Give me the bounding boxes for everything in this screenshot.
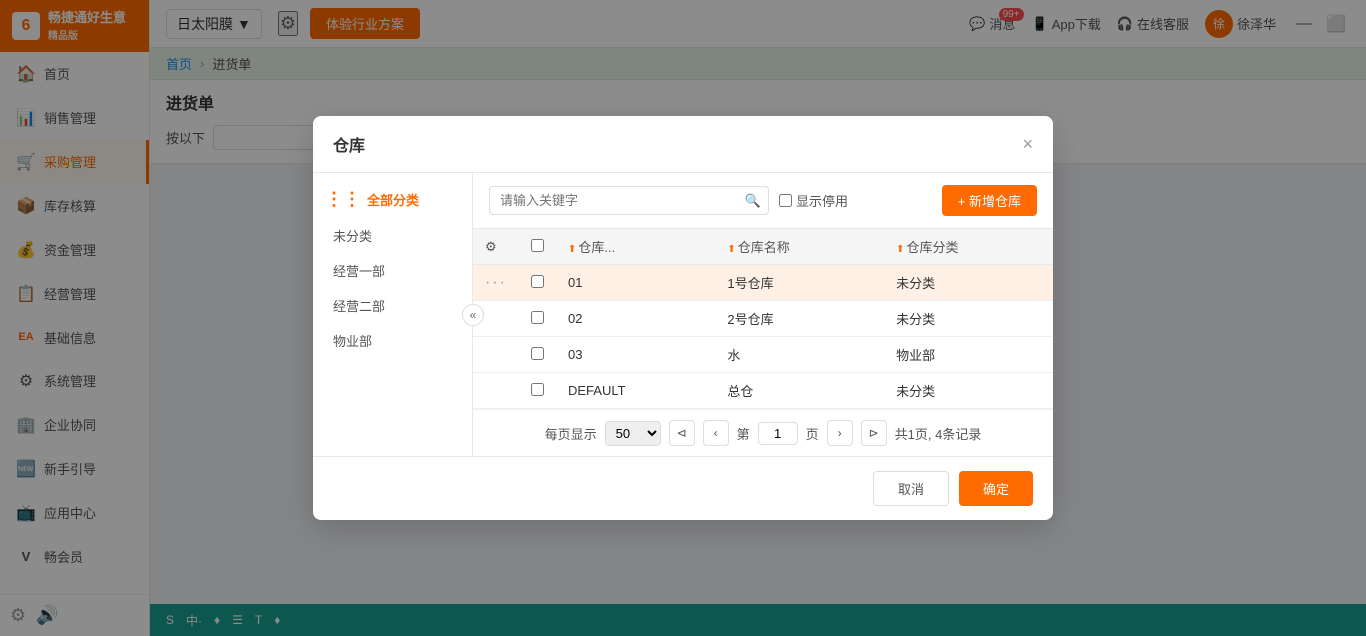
table-container: ⚙ ⬆仓库... ⬆仓库名称 — [473, 228, 1053, 409]
next-page-button[interactable]: › — [827, 420, 853, 446]
category-item-operations2[interactable]: 经营二部 — [313, 288, 472, 323]
modal-header: 仓库 × — [313, 116, 1053, 173]
row-category: 未分类 — [884, 265, 1053, 301]
row-category: 未分类 — [884, 301, 1053, 337]
row-code: 01 — [556, 265, 715, 301]
table-row[interactable]: DEFAULT 总仓 未分类 — [473, 373, 1053, 409]
search-input-wrap: 🔍 — [489, 186, 769, 215]
row-checkbox[interactable] — [531, 347, 544, 360]
modal-close-button[interactable]: × — [1022, 134, 1033, 155]
row-checkbox-cell — [519, 265, 556, 301]
th-checkbox — [519, 229, 556, 265]
th-name: ⬆仓库名称 — [715, 229, 884, 265]
category-item-unclassified[interactable]: 未分类 — [313, 218, 472, 253]
row-checkbox-cell — [519, 337, 556, 373]
row-checkbox-cell — [519, 301, 556, 337]
sort-icon: ⬆ — [568, 244, 576, 255]
table-head: ⚙ ⬆仓库... ⬆仓库名称 — [473, 229, 1053, 265]
row-category: 未分类 — [884, 373, 1053, 409]
row-category: 物业部 — [884, 337, 1053, 373]
modal-body: ⋮⋮ 全部分类 « 未分类 经营一部 经营二部 物业部 🔍 — [313, 173, 1053, 456]
row-code: DEFAULT — [556, 373, 715, 409]
row-actions — [473, 373, 519, 409]
last-page-button[interactable]: ⊳ — [861, 420, 887, 446]
row-checkbox[interactable] — [531, 311, 544, 324]
table-row[interactable]: ··· 01 1号仓库 未分类 — [473, 265, 1053, 301]
category-item-operations1[interactable]: 经营一部 — [313, 253, 472, 288]
show-disabled-checkbox[interactable] — [779, 194, 792, 207]
row-checkbox[interactable] — [531, 275, 544, 288]
confirm-button[interactable]: 确定 — [959, 471, 1033, 506]
modal-title: 仓库 — [333, 132, 365, 156]
th-code: ⬆仓库... — [556, 229, 715, 265]
modal-overlay: 仓库 × ⋮⋮ 全部分类 « 未分类 经营一部 经营二部 物业部 — [0, 0, 1366, 636]
modal-footer: 取消 确定 — [313, 456, 1053, 520]
warehouse-modal: 仓库 × ⋮⋮ 全部分类 « 未分类 经营一部 经营二部 物业部 — [313, 116, 1053, 520]
search-icon[interactable]: 🔍 — [745, 193, 761, 209]
table-header-row: ⚙ ⬆仓库... ⬆仓库名称 — [473, 229, 1053, 265]
row-actions — [473, 337, 519, 373]
category-header: ⋮⋮ 全部分类 — [313, 181, 472, 218]
cancel-button[interactable]: 取消 — [873, 471, 949, 506]
sort-icon2: ⬆ — [727, 244, 735, 255]
category-header-label[interactable]: 全部分类 — [367, 190, 419, 209]
table-row[interactable]: 03 水 物业部 — [473, 337, 1053, 373]
row-name: 2号仓库 — [715, 301, 884, 337]
per-page-label: 每页显示 — [545, 424, 597, 443]
table-row[interactable]: 02 2号仓库 未分类 — [473, 301, 1053, 337]
warehouse-table: ⚙ ⬆仓库... ⬆仓库名称 — [473, 228, 1053, 409]
page-label: 第 — [737, 424, 750, 443]
show-disabled-label[interactable]: 显示停用 — [779, 191, 848, 210]
total-info: 共1页, 4条记录 — [895, 424, 982, 443]
show-disabled-text: 显示停用 — [796, 191, 848, 210]
row-action-dots[interactable]: ··· — [485, 274, 507, 291]
category-dots-icon: ⋮⋮ — [325, 189, 361, 210]
column-settings-icon[interactable]: ⚙ — [485, 239, 497, 254]
first-page-button[interactable]: ⊲ — [669, 420, 695, 446]
page-number-input[interactable] — [758, 422, 798, 445]
row-code: 02 — [556, 301, 715, 337]
page-suffix: 页 — [806, 424, 819, 443]
th-category: ⬆仓库分类 — [884, 229, 1053, 265]
th-settings: ⚙ — [473, 229, 519, 265]
sort-icon3: ⬆ — [896, 244, 904, 255]
search-input[interactable] — [489, 186, 769, 215]
per-page-select[interactable]: 50 100 200 — [605, 421, 661, 446]
row-actions: ··· — [473, 265, 519, 301]
table-panel: 🔍 显示停用 + 新增仓库 ⚙ — [473, 173, 1053, 456]
table-body: ··· 01 1号仓库 未分类 — [473, 265, 1053, 409]
collapse-panel-button[interactable]: « — [462, 304, 484, 326]
row-code: 03 — [556, 337, 715, 373]
row-name: 总仓 — [715, 373, 884, 409]
category-item-property[interactable]: 物业部 — [313, 323, 472, 358]
pagination: 每页显示 50 100 200 ⊲ ‹ 第 页 › ⊳ 共1页, 4条记录 — [473, 409, 1053, 456]
row-name: 水 — [715, 337, 884, 373]
table-toolbar: 🔍 显示停用 + 新增仓库 — [473, 173, 1053, 228]
row-checkbox-cell — [519, 373, 556, 409]
row-checkbox[interactable] — [531, 383, 544, 396]
add-warehouse-button[interactable]: + 新增仓库 — [942, 185, 1037, 216]
prev-page-button[interactable]: ‹ — [703, 420, 729, 446]
category-panel: ⋮⋮ 全部分类 « 未分类 经营一部 经营二部 物业部 — [313, 173, 473, 456]
row-name: 1号仓库 — [715, 265, 884, 301]
select-all-checkbox[interactable] — [531, 239, 544, 252]
